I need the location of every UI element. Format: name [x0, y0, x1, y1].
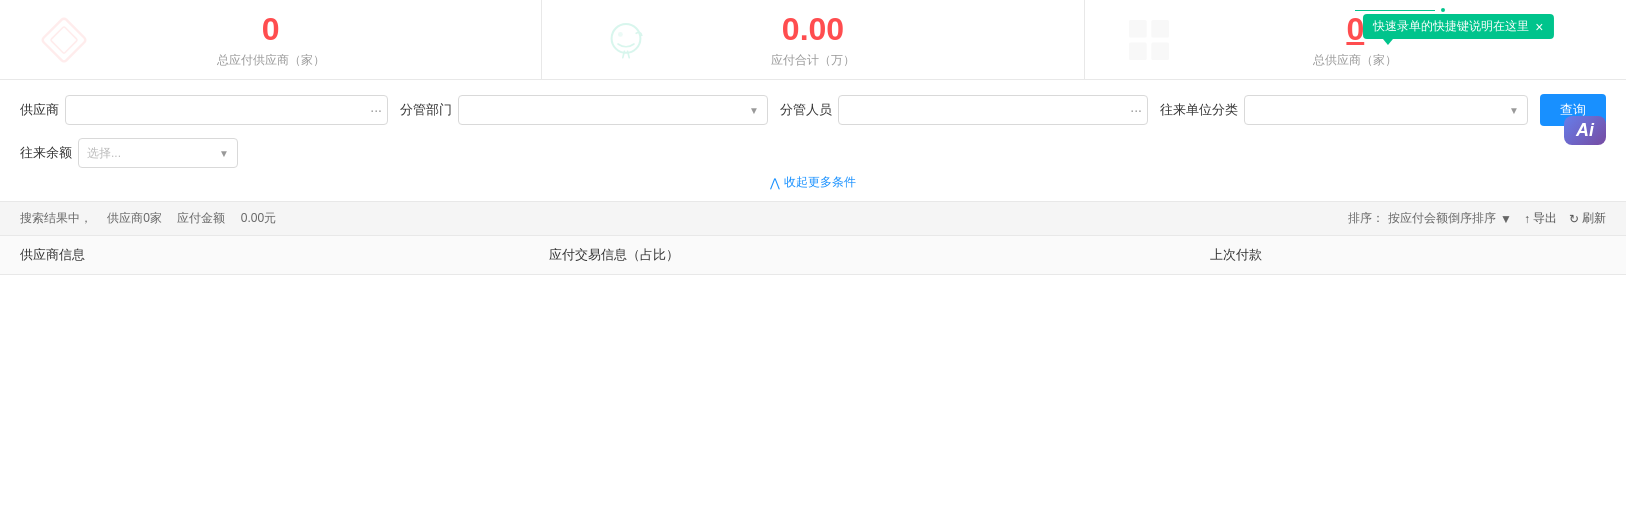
balance-label: 往来余额: [20, 144, 72, 162]
stat-total-suppliers: 快速录单的快捷键说明在这里 × 0 总供应商（家）: [1085, 0, 1626, 79]
refresh-button[interactable]: ↻ 刷新: [1569, 210, 1606, 227]
results-info: 搜索结果中， 供应商0家 应付金额 0.00元: [20, 210, 288, 227]
results-actions: 排序： 按应付会额倒序排序 ▼ ↑ 导出 ↻ 刷新: [1348, 210, 1606, 227]
stat-number-total-suppliers: 0: [1346, 10, 1364, 48]
sort-chevron: ▼: [1500, 212, 1512, 226]
filter-person: 分管人员 ···: [780, 95, 1148, 125]
sort-label: 排序：: [1348, 210, 1384, 227]
filter-supplier: 供应商 ···: [20, 95, 388, 125]
balance-placeholder: 选择...: [87, 145, 121, 162]
category-select[interactable]: ▼: [1244, 95, 1528, 125]
person-input-wrapper: ···: [838, 95, 1148, 125]
stat-label-payable-total: 应付合计（万）: [771, 52, 855, 69]
category-label: 往来单位分类: [1160, 101, 1238, 119]
export-icon: ↑: [1524, 212, 1530, 226]
stat-label-payable-suppliers: 总应付供应商（家）: [217, 52, 325, 69]
sort-select[interactable]: 排序： 按应付会额倒序排序 ▼: [1348, 210, 1512, 227]
table-header: 供应商信息 应付交易信息（占比） 上次付款: [0, 236, 1626, 275]
refresh-label: 刷新: [1582, 210, 1606, 227]
ai-badge[interactable]: Ai: [1564, 116, 1606, 145]
svg-rect-6: [1129, 42, 1147, 60]
svg-rect-7: [1151, 42, 1169, 60]
supplier-input[interactable]: [65, 95, 388, 125]
supplier-label: 供应商: [20, 101, 59, 119]
th-supplier: 供应商信息: [20, 246, 549, 264]
tooltip-line: [1355, 10, 1435, 11]
department-chevron: ▼: [749, 105, 759, 116]
department-select[interactable]: ▼: [458, 95, 768, 125]
collapse-button[interactable]: ⋀ 收起更多条件: [770, 174, 856, 191]
tooltip-bubble: 快速录单的快捷键说明在这里 ×: [1363, 14, 1553, 39]
tooltip-text: 快速录单的快捷键说明在这里: [1373, 18, 1529, 35]
svg-rect-1: [50, 26, 77, 53]
collapse-label: 收起更多条件: [784, 174, 856, 191]
balance-select[interactable]: 选择... ▼: [78, 138, 238, 168]
tooltip-container: 快速录单的快捷键说明在这里 ×: [1355, 6, 1447, 14]
filter-row-2: 往来余额 选择... ▼: [20, 138, 1606, 168]
svg-rect-4: [1129, 20, 1147, 38]
collapse-bar: ⋀ 收起更多条件: [20, 168, 1606, 201]
person-more-btn[interactable]: ···: [1130, 102, 1142, 118]
table-body: [0, 275, 1626, 515]
stat-number-payable-total: 0.00: [782, 10, 844, 48]
sort-value: 按应付会额倒序排序: [1388, 210, 1496, 227]
tooltip-close-btn[interactable]: ×: [1535, 20, 1543, 34]
filter-department: 分管部门 ▼: [400, 95, 768, 125]
supplier-more-btn[interactable]: ···: [370, 102, 382, 118]
person-input[interactable]: [838, 95, 1148, 125]
department-label: 分管部门: [400, 101, 452, 119]
supplier-input-wrapper: ···: [65, 95, 388, 125]
th-transaction: 应付交易信息（占比）: [549, 246, 1210, 264]
diamond-icon: [40, 16, 88, 64]
export-button[interactable]: ↑ 导出: [1524, 210, 1557, 227]
svg-rect-5: [1151, 20, 1169, 38]
tooltip-dot: [1439, 6, 1447, 14]
th-payment: 上次付款: [1210, 246, 1607, 264]
category-chevron: ▼: [1509, 105, 1519, 116]
filter-area: 供应商 ··· 分管部门 ▼ 分管人员 ··· 往来单位分类: [0, 80, 1626, 202]
results-bar: 搜索结果中， 供应商0家 应付金额 0.00元 排序： 按应付会额倒序排序 ▼ …: [0, 202, 1626, 236]
svg-point-2: [612, 24, 641, 53]
amount-label: 应付金额: [177, 211, 225, 225]
stat-label-total-suppliers: 总供应商（家）: [1313, 52, 1397, 69]
stat-number-payable-suppliers: 0: [262, 10, 280, 48]
filter-category: 往来单位分类 ▼: [1160, 95, 1528, 125]
export-label: 导出: [1533, 210, 1557, 227]
filter-balance: 往来余额 选择... ▼: [20, 138, 238, 168]
svg-point-3: [618, 32, 623, 37]
stats-bar: 0 总应付供应商（家） 0.00 应付合计（万） 快速录单的快捷键说明在这里 ×: [0, 0, 1626, 80]
balance-chevron: ▼: [219, 148, 229, 159]
refresh-icon: ↻: [1569, 212, 1579, 226]
pig-icon: [602, 16, 650, 64]
stat-total-payable-suppliers: 0 总应付供应商（家）: [0, 0, 542, 79]
collapse-icon: ⋀: [770, 176, 780, 190]
grid-icon: [1125, 16, 1173, 64]
person-label: 分管人员: [780, 101, 832, 119]
amount-value: 0.00元: [241, 211, 276, 225]
filter-row-1: 供应商 ··· 分管部门 ▼ 分管人员 ··· 往来单位分类: [20, 94, 1606, 126]
supplier-count: 供应商0家: [107, 211, 162, 225]
stat-payable-total: 0.00 应付合计（万）: [542, 0, 1084, 79]
svg-rect-0: [41, 17, 86, 62]
search-label: 搜索结果中，: [20, 211, 92, 225]
